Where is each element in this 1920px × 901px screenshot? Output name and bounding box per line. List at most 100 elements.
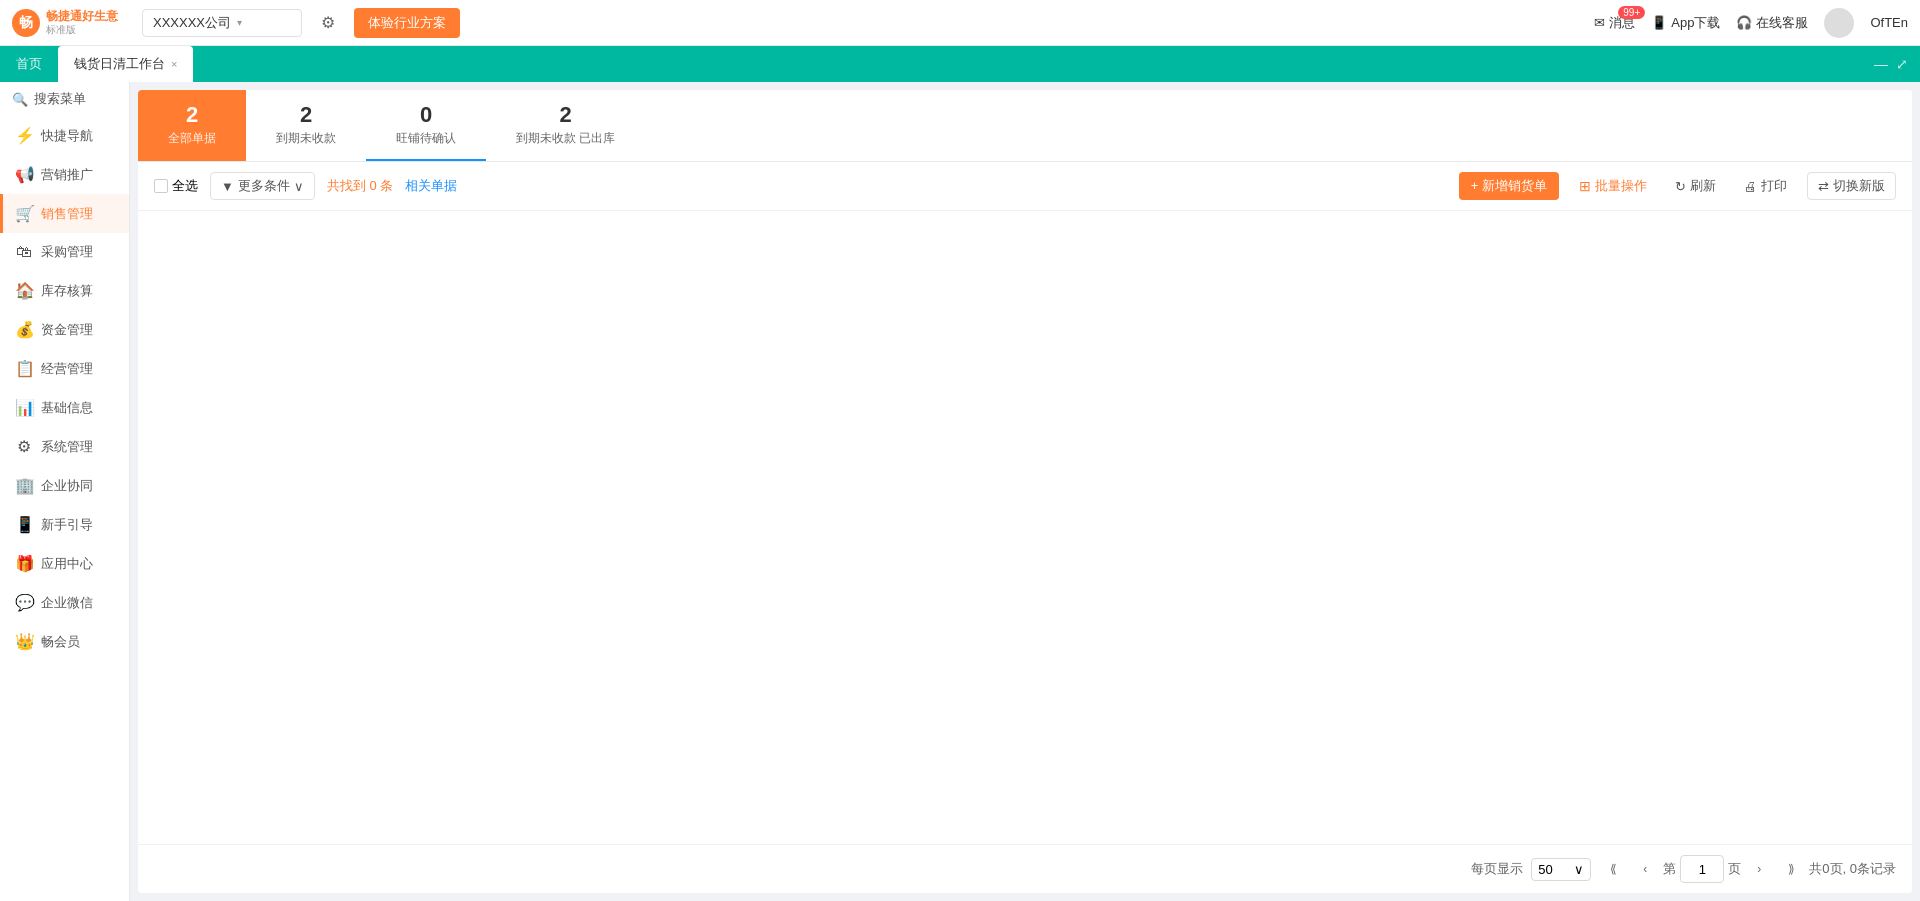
stat-tab-wangpu[interactable]: 0 旺铺待确认 [366, 90, 486, 161]
avatar[interactable] [1824, 8, 1854, 38]
sidebar-item-enterprise[interactable]: 🏢 企业协同 [0, 466, 129, 505]
print-label: 打印 [1761, 177, 1787, 195]
sidebar-item-system[interactable]: ⚙ 系统管理 [0, 427, 129, 466]
print-button[interactable]: 🖨 打印 [1736, 173, 1795, 199]
stat-tab-all[interactable]: 2 全部单据 [138, 90, 246, 161]
filter-right: + 新增销货单 ⊞ 批量操作 ↻ 刷新 🖨 打印 ⇄ [1459, 172, 1896, 200]
stat-label-all: 全部单据 [168, 130, 216, 147]
app-download-button[interactable]: 📱 App下载 [1651, 14, 1720, 32]
last-page-button[interactable]: ⟫ [1777, 855, 1805, 883]
select-arrow-icon: ∨ [1574, 862, 1584, 877]
sidebar-item-guide[interactable]: 📱 新手引导 [0, 505, 129, 544]
page-input[interactable] [1680, 855, 1724, 883]
sidebar-item-inventory[interactable]: 🏠 库存核算 [0, 271, 129, 310]
sidebar-item-label: 营销推广 [41, 166, 93, 184]
refresh-button[interactable]: ↻ 刷新 [1667, 173, 1724, 199]
filter-icon: ▼ [221, 179, 234, 194]
wechat-icon: 💬 [15, 593, 33, 612]
filter-left: 全选 ▼ 更多条件 ∨ 共找到 0 条 相关单据 [154, 172, 457, 200]
sidebar-item-member[interactable]: 👑 畅会员 [0, 622, 129, 661]
settings-button[interactable]: ⚙ [312, 7, 344, 39]
stat-num-shipped: 2 [560, 102, 572, 128]
content-area: 2 全部单据 2 到期未收款 0 旺铺待确认 2 到期未收款 已出库 [130, 82, 1920, 901]
content-inner: 2 全部单据 2 到期未收款 0 旺铺待确认 2 到期未收款 已出库 [138, 90, 1912, 893]
app-subtitle: 标准版 [46, 24, 118, 36]
stat-tab-shipped[interactable]: 2 到期未收款 已出库 [486, 90, 645, 161]
marketing-icon: 📢 [15, 165, 33, 184]
more-filters-button[interactable]: ▼ 更多条件 ∨ [210, 172, 315, 200]
sidebar-item-purchase[interactable]: 🛍 采购管理 [0, 233, 129, 271]
sidebar-item-label: 销售管理 [41, 205, 93, 223]
sidebar-item-basic[interactable]: 📊 基础信息 [0, 388, 129, 427]
select-all-checkbox[interactable]: 全选 [154, 177, 198, 195]
app-download-label: App下载 [1671, 14, 1720, 32]
print-icon: 🖨 [1744, 179, 1757, 194]
header-right: ✉ 消息 99+ 📱 App下载 🎧 在线客服 OfTEn [1594, 8, 1908, 38]
guide-icon: 📱 [15, 515, 33, 534]
select-all-label: 全选 [172, 177, 198, 195]
operation-icon: 📋 [15, 359, 33, 378]
total-text: 共0页, 0条记录 [1809, 860, 1896, 878]
next-page-button[interactable]: › [1745, 855, 1773, 883]
stat-label-wangpu: 旺铺待确认 [396, 130, 456, 147]
tab-active[interactable]: 钱货日清工作台 × [58, 46, 193, 82]
nav-tabs: 首页 钱货日清工作台 × — ⤢ [0, 46, 1920, 82]
search-icon: 🔍 [12, 92, 28, 107]
message-button[interactable]: ✉ 消息 99+ [1594, 14, 1635, 32]
filter-bar: 全选 ▼ 更多条件 ∨ 共找到 0 条 相关单据 + 新增销货单 [138, 162, 1912, 211]
member-icon: 👑 [15, 632, 33, 651]
more-filters-label: 更多条件 [238, 177, 290, 195]
message-icon: ✉ [1594, 15, 1605, 30]
sidebar-item-label: 企业协同 [41, 477, 93, 495]
add-sale-order-button[interactable]: + 新增销货单 [1459, 172, 1559, 200]
page-label: 第 [1663, 860, 1676, 878]
company-selector[interactable]: XXXXXX公司 ▾ [142, 9, 302, 37]
nav-tab-actions: — ⤢ [1874, 56, 1920, 72]
sidebar-item-quick-nav[interactable]: ⚡ 快捷导航 [0, 116, 129, 155]
first-page-button[interactable]: ⟪ [1599, 855, 1627, 883]
stat-label-shipped: 到期未收款 已出库 [516, 130, 615, 147]
system-icon: ⚙ [15, 437, 33, 456]
batch-operation-button[interactable]: ⊞ 批量操作 [1571, 173, 1655, 199]
online-service-label: 在线客服 [1756, 14, 1808, 32]
sidebar-search[interactable]: 🔍 搜索菜单 [0, 82, 129, 116]
checkbox-box[interactable] [154, 179, 168, 193]
online-service-button[interactable]: 🎧 在线客服 [1736, 14, 1808, 32]
sidebar-item-operation[interactable]: 📋 经营管理 [0, 349, 129, 388]
prev-page-button[interactable]: ‹ [1631, 855, 1659, 883]
refresh-label: 刷新 [1690, 177, 1716, 195]
purchase-icon: 🛍 [15, 243, 33, 261]
sidebar-item-finance[interactable]: 💰 资金管理 [0, 310, 129, 349]
switch-version-button[interactable]: ⇄ 切换新版 [1807, 172, 1896, 200]
sidebar-item-marketing[interactable]: 📢 营销推广 [0, 155, 129, 194]
sidebar-item-label: 资金管理 [41, 321, 93, 339]
sidebar-item-wechat[interactable]: 💬 企业微信 [0, 583, 129, 622]
tab-home[interactable]: 首页 [0, 46, 58, 82]
header-left: 畅 畅捷通好生意 标准版 XXXXXX公司 ▾ ⚙ 体验行业方案 [12, 7, 460, 39]
stat-tab-overdue[interactable]: 2 到期未收款 [246, 90, 366, 161]
logo-area: 畅 畅捷通好生意 标准版 [12, 9, 132, 37]
sidebar-item-label: 畅会员 [41, 633, 80, 651]
related-bills-link[interactable]: 相关单据 [405, 177, 457, 195]
per-page-select[interactable]: 50 ∨ [1531, 858, 1591, 881]
sidebar-item-label: 基础信息 [41, 399, 93, 417]
stat-num-wangpu: 0 [420, 102, 432, 128]
switch-label: 切换新版 [1833, 177, 1885, 195]
sidebar-item-label: 应用中心 [41, 555, 93, 573]
experience-button[interactable]: 体验行业方案 [354, 8, 460, 38]
minimize-icon[interactable]: — [1874, 56, 1888, 72]
headset-icon: 🎧 [1736, 15, 1752, 30]
sidebar-item-label: 新手引导 [41, 516, 93, 534]
stats-tabs: 2 全部单据 2 到期未收款 0 旺铺待确认 2 到期未收款 已出库 [138, 90, 1912, 162]
stat-label-overdue: 到期未收款 [276, 130, 336, 147]
filter-count: 共找到 0 条 [327, 177, 393, 195]
tab-close-icon[interactable]: × [171, 58, 177, 70]
app-title: 畅捷通好生意 [46, 9, 118, 23]
sidebar-item-label: 采购管理 [41, 243, 93, 261]
username[interactable]: OfTEn [1870, 15, 1908, 30]
per-page-label: 每页显示 [1471, 860, 1523, 878]
switch-icon: ⇄ [1818, 179, 1829, 194]
sidebar-item-appcenter[interactable]: 🎁 应用中心 [0, 544, 129, 583]
sidebar-item-sales[interactable]: 🛒 销售管理 [0, 194, 129, 233]
maximize-icon[interactable]: ⤢ [1896, 56, 1908, 72]
